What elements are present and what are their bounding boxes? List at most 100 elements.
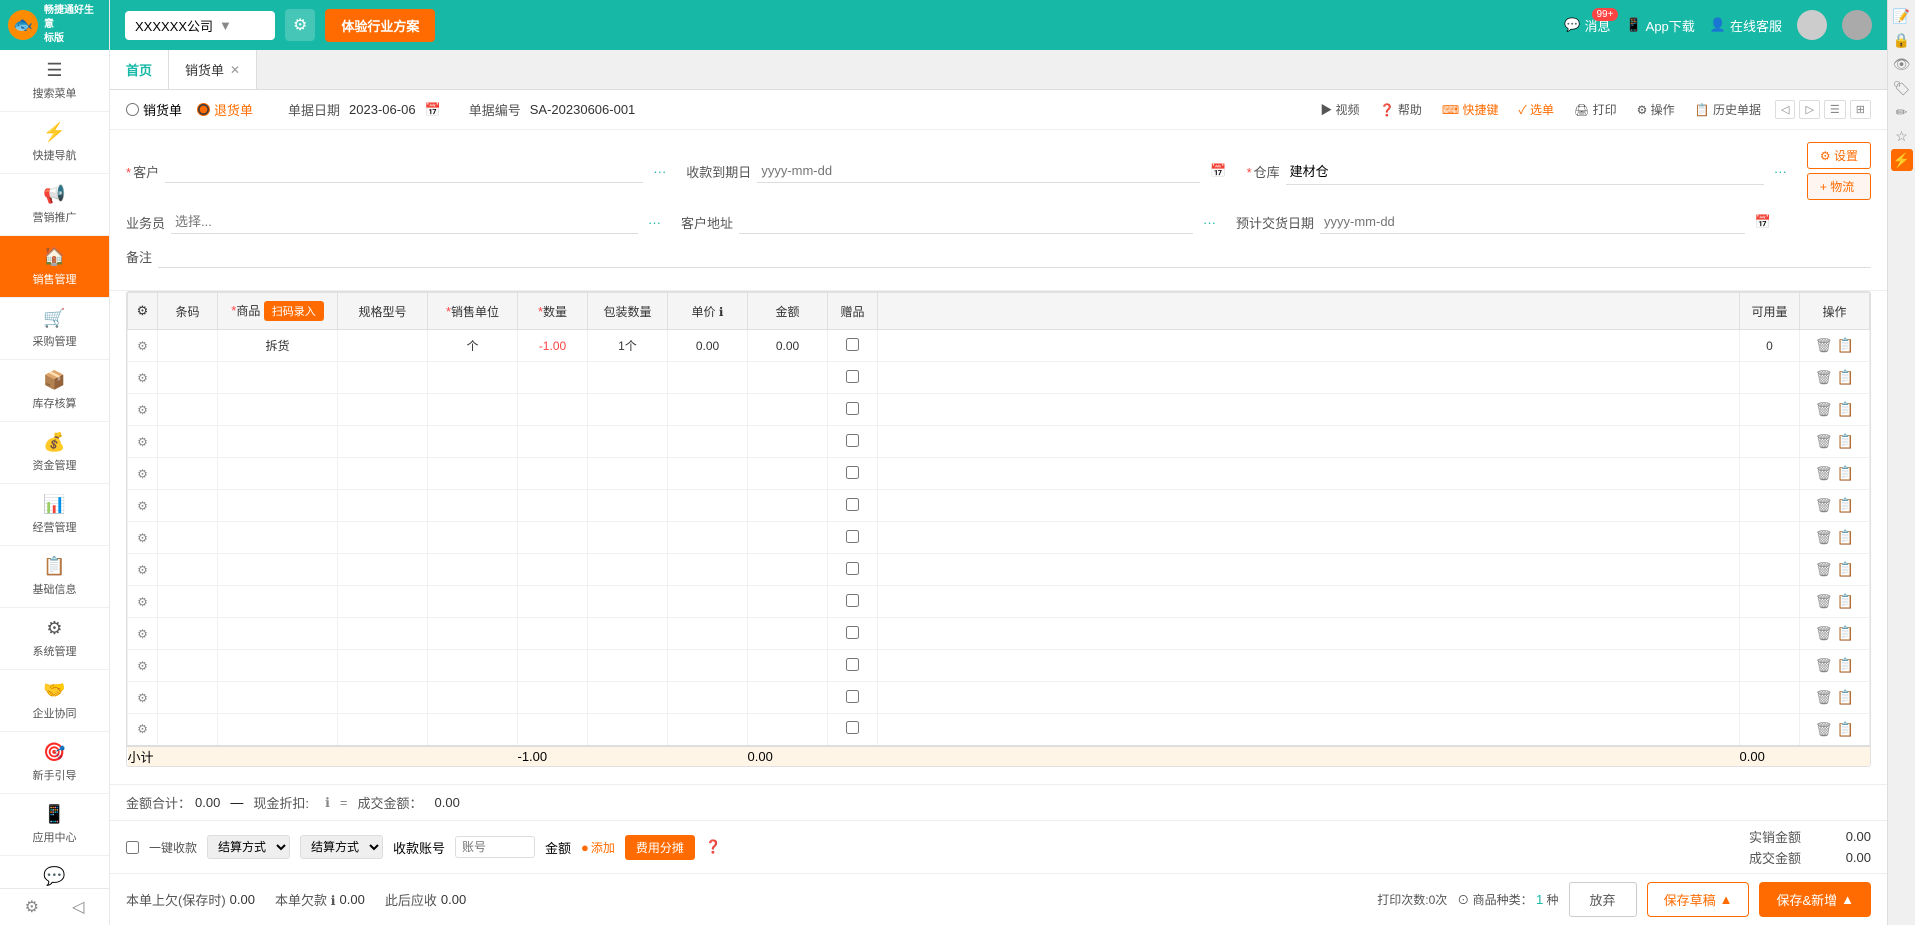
cell-unit-9[interactable] — [428, 618, 518, 650]
sidebar-item-system[interactable]: ⚙ 系统管理 — [0, 608, 109, 670]
cell-amount-7[interactable] — [748, 554, 828, 586]
cell-qty-12[interactable] — [518, 714, 588, 746]
right-panel-tag-btn[interactable]: 🏷 — [1891, 77, 1913, 99]
scan-button[interactable]: 扫码录入 — [264, 301, 324, 321]
sidebar-item-apps[interactable]: 📱 应用中心 — [0, 794, 109, 856]
gear-header-icon[interactable]: ⚙ — [137, 303, 149, 318]
payment-help-icon[interactable]: ❓ — [705, 839, 721, 855]
cell-amount-4[interactable] — [748, 458, 828, 490]
sidebar-item-marketing[interactable]: 📢 营销推广 — [0, 174, 109, 236]
cell-pkg-qty-2[interactable] — [588, 394, 668, 426]
cell-unit-11[interactable] — [428, 682, 518, 714]
cell-amount-2[interactable] — [748, 394, 828, 426]
cell-qty-6[interactable] — [518, 522, 588, 554]
cell-product-10[interactable] — [218, 650, 338, 682]
cell-gift-11[interactable] — [828, 682, 878, 714]
save-new-button[interactable]: 保存&新增 ▲ — [1759, 882, 1871, 917]
delete-icon-12[interactable]: 🗑 — [1815, 721, 1833, 738]
right-panel-star-btn[interactable]: ☆ — [1891, 125, 1913, 147]
cell-unit-10[interactable] — [428, 650, 518, 682]
cell-unit-price-3[interactable] — [668, 426, 748, 458]
copy-icon-12[interactable]: 📋 — [1837, 721, 1854, 738]
remarks-input[interactable] — [158, 244, 1871, 268]
delete-icon-7[interactable]: 🗑 — [1815, 561, 1833, 578]
ops-btn[interactable]: ⚙ 操作 — [1631, 98, 1681, 121]
discount-help-icon[interactable]: ℹ — [325, 795, 330, 811]
cell-gift-9[interactable] — [828, 618, 878, 650]
cell-pkg-qty-4[interactable] — [588, 458, 668, 490]
cell-barcode-5[interactable] — [158, 490, 218, 522]
gift-checkbox-7[interactable] — [846, 562, 859, 575]
cell-product-12[interactable] — [218, 714, 338, 746]
sidebar-item-guide[interactable]: 🎯 新手引导 — [0, 732, 109, 794]
gift-checkbox-8[interactable] — [846, 594, 859, 607]
cell-unit-price-0[interactable]: 0.00 — [668, 330, 748, 362]
company-selector[interactable]: XXXXXX公司 ▼ — [125, 11, 275, 40]
right-panel-eye-btn[interactable]: 👁 — [1891, 53, 1913, 75]
right-panel-notes-btn[interactable]: 📝 — [1891, 5, 1913, 27]
cell-unit-5[interactable] — [428, 490, 518, 522]
copy-icon-10[interactable]: 📋 — [1837, 657, 1854, 674]
sidebar-item-collab[interactable]: 🤝 企业协同 — [0, 670, 109, 732]
history-btn[interactable]: 📋 历史单据 — [1689, 98, 1767, 121]
cell-barcode-12[interactable] — [158, 714, 218, 746]
delete-icon-10[interactable]: 🗑 — [1815, 657, 1833, 674]
cell-gift-0[interactable] — [828, 330, 878, 362]
due-date-input[interactable] — [757, 159, 1200, 183]
cell-amount-6[interactable] — [748, 522, 828, 554]
print-btn[interactable]: 🖨 打印 — [1568, 98, 1623, 121]
cell-spec-5[interactable] — [338, 490, 428, 522]
cell-pkg-qty-6[interactable] — [588, 522, 668, 554]
cell-qty-0[interactable]: -1.00 — [518, 330, 588, 362]
cell-gift-4[interactable] — [828, 458, 878, 490]
calendar-icon[interactable]: 📅 — [425, 102, 441, 118]
radio-return[interactable]: 退货单 — [197, 100, 253, 119]
cell-product-4[interactable] — [218, 458, 338, 490]
cell-product-0[interactable]: 拆货 — [218, 330, 338, 362]
gift-checkbox-0[interactable] — [846, 338, 859, 351]
cell-unit-8[interactable] — [428, 586, 518, 618]
view-list-btn[interactable]: ☰ — [1824, 100, 1846, 119]
copy-icon-0[interactable]: 📋 — [1837, 337, 1854, 354]
cell-gift-2[interactable] — [828, 394, 878, 426]
choose-btn[interactable]: ✓ 选单 — [1512, 98, 1560, 121]
customer-addr-input[interactable] — [739, 210, 1193, 234]
cell-gift-5[interactable] — [828, 490, 878, 522]
user-avatar[interactable] — [1797, 10, 1827, 40]
cell-barcode-3[interactable] — [158, 426, 218, 458]
expense-split-button[interactable]: 费用分摊 — [625, 835, 695, 860]
cell-unit-4[interactable] — [428, 458, 518, 490]
cell-amount-12[interactable] — [748, 714, 828, 746]
cell-product-7[interactable] — [218, 554, 338, 586]
cell-gift-8[interactable] — [828, 586, 878, 618]
user-avatar2[interactable] — [1842, 10, 1872, 40]
cell-pkg-qty-11[interactable] — [588, 682, 668, 714]
sidebar-item-purchase[interactable]: 🛒 采购管理 — [0, 298, 109, 360]
calc-method-select[interactable]: 结算方式 — [207, 835, 290, 859]
cell-gift-3[interactable] — [828, 426, 878, 458]
calc-method-select2[interactable]: 结算方式 — [300, 835, 383, 859]
cell-unit-12[interactable] — [428, 714, 518, 746]
cell-gift-6[interactable] — [828, 522, 878, 554]
expected-date-cal-icon[interactable]: 📅 — [1755, 214, 1771, 230]
header-gear-button[interactable]: ⚙ — [285, 9, 315, 41]
expected-date-input[interactable] — [1320, 210, 1745, 234]
cell-unit-price-10[interactable] — [668, 650, 748, 682]
gift-checkbox-9[interactable] — [846, 626, 859, 639]
delete-icon-3[interactable]: 🗑 — [1815, 433, 1833, 450]
cell-spec-11[interactable] — [338, 682, 428, 714]
delete-icon-4[interactable]: 🗑 — [1815, 465, 1833, 482]
salesperson-input[interactable] — [171, 210, 638, 234]
scroll-left-btn[interactable]: ◁ — [1775, 100, 1795, 119]
delete-icon-0[interactable]: 🗑 — [1815, 337, 1833, 354]
warehouse-dots[interactable]: ··· — [1774, 164, 1787, 179]
delete-icon-2[interactable]: 🗑 — [1815, 401, 1833, 418]
cell-unit-price-12[interactable] — [668, 714, 748, 746]
settings-button[interactable]: ⚙ 设置 — [1807, 142, 1871, 169]
cell-amount-1[interactable] — [748, 362, 828, 394]
trial-button[interactable]: 体验行业方案 — [325, 9, 435, 42]
cell-amount-3[interactable] — [748, 426, 828, 458]
cell-unit-7[interactable] — [428, 554, 518, 586]
cell-qty-1[interactable] — [518, 362, 588, 394]
gift-checkbox-2[interactable] — [846, 402, 859, 415]
